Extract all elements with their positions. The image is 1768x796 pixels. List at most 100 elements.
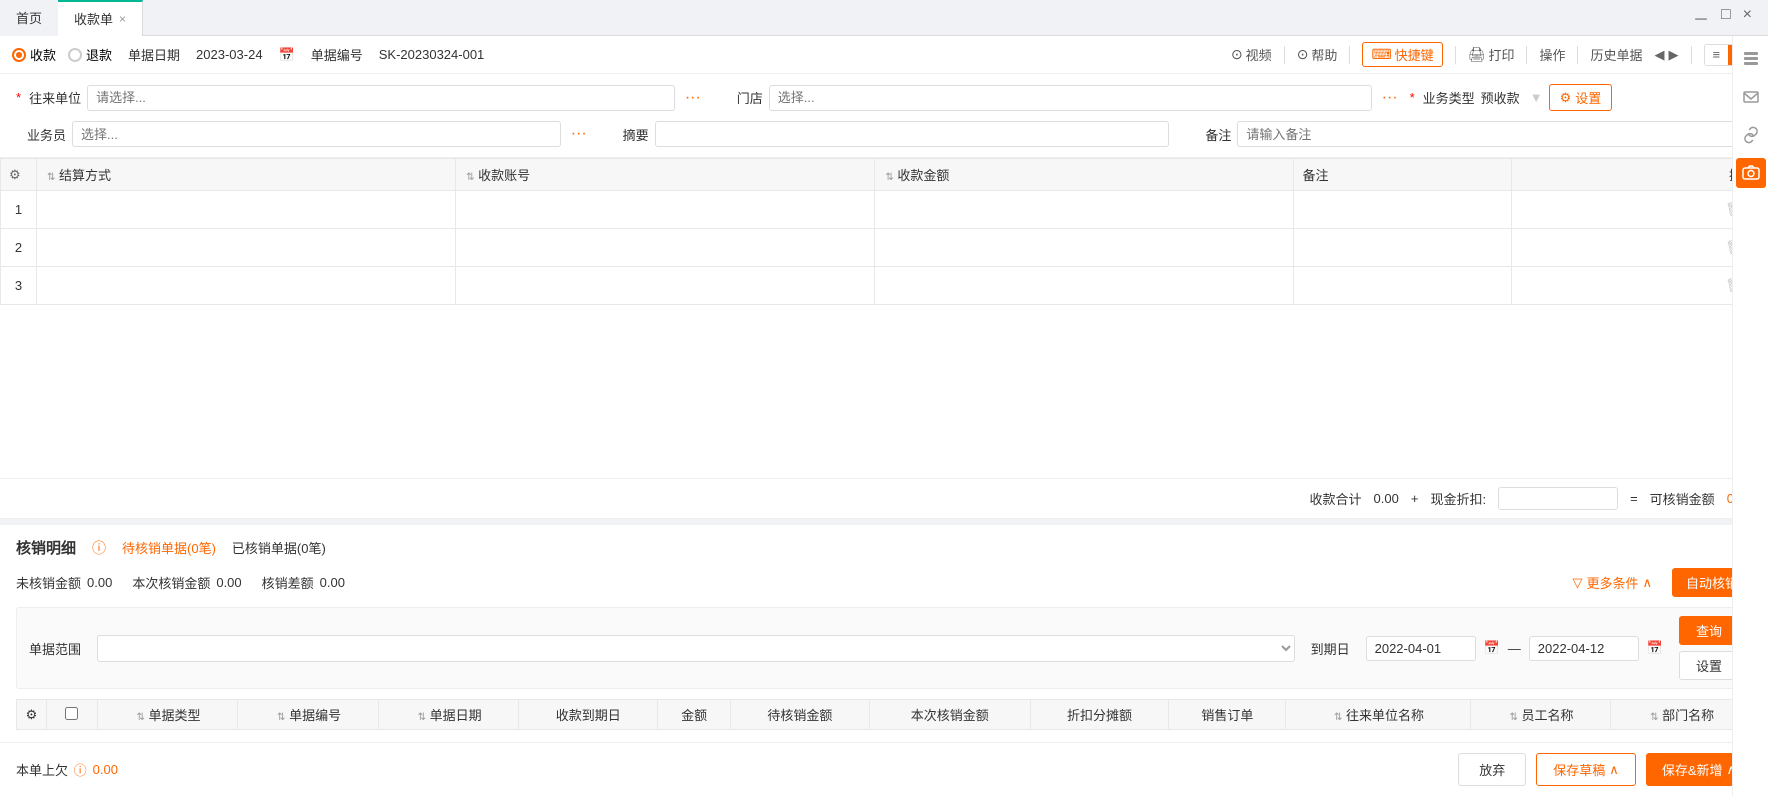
store-field: 门店 ··· [713, 85, 1398, 111]
save-new-label: 保存&新增 [1662, 760, 1723, 779]
remarks-input[interactable] [1237, 121, 1752, 147]
form-section: * 往来单位 ··· 门店 ··· * 业务类型 预收款 ▼ ⚙ [0, 74, 1768, 158]
from-unit-more-icon[interactable]: ··· [685, 89, 701, 107]
staff-more-icon[interactable]: ··· [571, 125, 587, 143]
refund-radio[interactable]: 退款 [68, 45, 112, 64]
biz-type-field: * 业务类型 预收款 ▼ ⚙ 设置 [1410, 84, 1752, 111]
row3-ops: 🗑 ⧉ [1511, 267, 1767, 305]
sidebar-link-icon[interactable] [1736, 120, 1766, 150]
tab-home[interactable]: 首页 [0, 0, 58, 36]
filter-settings-button[interactable]: 设置 [1679, 651, 1739, 680]
bottom-col-due: 收款到期日 [519, 700, 658, 730]
bottom-col-type: ⇅ 单据类型 [97, 700, 238, 730]
row1-remarks[interactable] [1294, 191, 1511, 229]
list-view-btn[interactable]: ≡ [1705, 45, 1729, 65]
pending-tab[interactable]: 待核销单据(0笔) [122, 538, 216, 557]
row3-account[interactable] [456, 267, 875, 305]
discard-button[interactable]: 放弃 [1458, 753, 1526, 786]
sum-row: 收款合计 0.00 + 现金折扣: = 可核销金额 0.00 [0, 479, 1768, 519]
print-icon: 🖨 [1468, 46, 1486, 63]
row3-amount[interactable] [875, 267, 1294, 305]
row2-account[interactable] [456, 229, 875, 267]
more-conditions-btn[interactable]: ▽ 更多条件 ∧ [1572, 573, 1652, 592]
row1-index: 1 [1, 191, 37, 229]
operations-label: 操作 [1539, 45, 1565, 64]
shortcut-btn[interactable]: ⌨ 快捷键 [1362, 42, 1442, 67]
bottom-col-date: ⇅ 单据日期 [378, 700, 519, 730]
prev-arrow[interactable]: ◀ [1655, 47, 1665, 63]
row3-index: 3 [1, 267, 37, 305]
video-btn[interactable]: ⊙ 视频 [1231, 45, 1272, 64]
staff-field: 业务员 ··· [16, 121, 587, 147]
tab-receipt[interactable]: 收款单 × [58, 0, 143, 36]
help-icon: ⊙ [1297, 46, 1309, 63]
staff-input[interactable] [72, 121, 561, 147]
store-more-icon[interactable]: ··· [1382, 89, 1398, 107]
biz-type-label: 业务类型 [1423, 88, 1475, 107]
maximize-btn[interactable]: □ [1721, 6, 1731, 30]
from-unit-input[interactable] [87, 85, 675, 111]
store-input[interactable] [769, 85, 1372, 111]
col-header-ops: 操作 [1511, 159, 1767, 191]
calendar-icon[interactable]: 📅 [279, 47, 295, 63]
table-gear-icon[interactable]: ⚙ [9, 167, 21, 182]
setting-button[interactable]: ⚙ 设置 [1549, 84, 1613, 111]
operations-btn[interactable]: 操作 [1539, 45, 1565, 64]
date-range: 📅 — 📅 [1366, 636, 1663, 661]
tab-close-icon[interactable]: × [119, 12, 126, 26]
gear-col-header[interactable]: ⚙ [1, 159, 37, 191]
save-draft-button[interactable]: 保存草稿 ∧ [1536, 753, 1636, 786]
divider3 [1455, 46, 1456, 64]
bottom-label: 本单上欠 ⓘ [16, 760, 87, 779]
bottom-col-staff: ⇅ 员工名称 [1470, 700, 1611, 730]
query-button[interactable]: 查询 [1679, 616, 1739, 645]
print-btn[interactable]: 🖨 打印 [1468, 45, 1515, 64]
diff-label: 核销差额 [262, 573, 314, 592]
biz-type-wrap: 预收款 ▼ [1481, 88, 1543, 107]
date-to-input[interactable] [1529, 636, 1639, 661]
sidebar-table-icon[interactable] [1736, 44, 1766, 74]
summary-input[interactable] [655, 121, 1170, 147]
row3-remarks[interactable] [1294, 267, 1511, 305]
range-separator: — [1508, 641, 1521, 656]
main-content: 收款 退款 单据日期 2023-03-24 📅 单据编号 SK-20230324… [0, 36, 1768, 796]
row2-remarks[interactable] [1294, 229, 1511, 267]
date-to-cal-icon[interactable]: 📅 [1647, 640, 1663, 656]
help-btn[interactable]: ⊙ 帮助 [1297, 45, 1338, 64]
row3-settlement[interactable] [37, 267, 456, 305]
date-from-input[interactable] [1366, 636, 1476, 661]
gear-bottom-icon[interactable]: ⚙ [26, 707, 38, 722]
receipt-radio-dot [12, 48, 26, 62]
minimize-btn[interactable]: － [1693, 6, 1709, 30]
bottom-buttons: 放弃 保存草稿 ∧ 保存&新增 ∧ [1458, 753, 1752, 786]
bottom-col-staff-label: 员工名称 [1522, 708, 1574, 723]
history-btn[interactable]: 历史单据 [1590, 45, 1642, 64]
row1-amount[interactable] [875, 191, 1294, 229]
verif-info-icon[interactable]: ⓘ [92, 538, 106, 558]
sidebar-mail-icon[interactable] [1736, 82, 1766, 112]
date-label: 单据日期 [128, 45, 180, 64]
select-all-checkbox[interactable] [65, 707, 78, 720]
row1-settlement[interactable] [37, 191, 456, 229]
biz-type-arrow[interactable]: ▼ [1530, 90, 1543, 105]
range-select[interactable] [97, 635, 1295, 662]
discount-input[interactable] [1498, 487, 1618, 510]
tab-bar: 首页 收款单 × － □ × [0, 0, 1768, 36]
row2-amount[interactable] [875, 229, 1294, 267]
table-row: 3 🗑 ⧉ [1, 267, 1768, 305]
receipt-radio[interactable]: 收款 [12, 45, 56, 64]
sidebar-camera-icon[interactable] [1736, 158, 1766, 188]
done-tab[interactable]: 已核销单据(0笔) [232, 538, 326, 557]
bottom-col-dept-label: 部门名称 [1662, 708, 1714, 723]
row1-account[interactable] [456, 191, 875, 229]
date-from-cal-icon[interactable]: 📅 [1484, 640, 1500, 656]
tab-receipt-label: 收款单 [74, 9, 113, 28]
receipt-refund-group: 收款 退款 [12, 45, 112, 64]
col-remarks-label: 备注 [1302, 168, 1328, 183]
close-btn[interactable]: × [1743, 6, 1752, 30]
verification-section: 核销明细 ⓘ 待核销单据(0笔) 已核销单据(0笔) 未核销金额 0.00 本次… [0, 519, 1768, 742]
filter-row: 单据范围 到期日 📅 — 📅 查询 设置 [16, 607, 1752, 689]
row2-settlement[interactable] [37, 229, 456, 267]
next-arrow[interactable]: ▶ [1669, 47, 1679, 63]
bottom-col-checkbox: ⚙ [17, 700, 47, 730]
